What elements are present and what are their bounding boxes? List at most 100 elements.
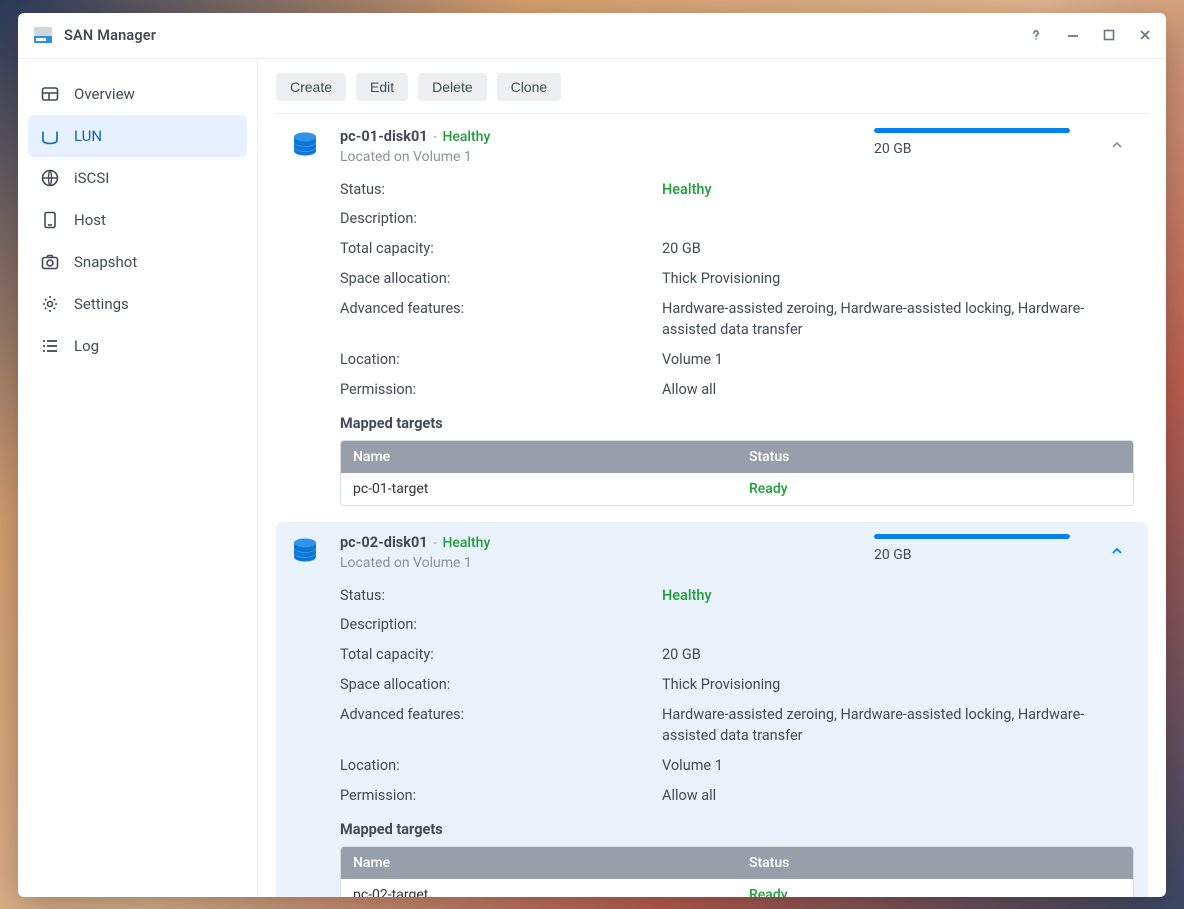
label-advanced-features: Advanced features: <box>340 298 662 342</box>
sidebar-item-label: Host <box>74 211 106 229</box>
titlebar: SAN Manager <box>18 13 1166 59</box>
target-status: Ready <box>737 879 1133 897</box>
target-name: pc-02-target <box>341 879 737 897</box>
table-row[interactable]: pc-01-target Ready <box>341 473 1133 505</box>
maximize-button[interactable] <box>1102 28 1116 42</box>
sidebar-item-label: LUN <box>74 127 102 145</box>
sidebar-item-label: Settings <box>74 295 129 313</box>
lun-card[interactable]: pc-01-disk01 - Healthy Located on Volume… <box>276 116 1148 520</box>
col-name: Name <box>341 847 737 879</box>
host-icon <box>40 210 60 230</box>
label-total-capacity: Total capacity: <box>340 644 662 666</box>
sidebar: Overview LUN iSCSI Host <box>18 59 258 897</box>
lun-name: pc-02-disk01 <box>340 534 428 551</box>
lun-details: Status:Healthy Description: Total capaci… <box>340 175 1134 506</box>
toolbar: Create Edit Delete Clone <box>276 73 1148 114</box>
label-space-allocation: Space allocation: <box>340 268 662 290</box>
lun-usage-fill <box>874 534 1070 539</box>
sidebar-item-iscsi[interactable]: iSCSI <box>28 157 247 199</box>
delete-button[interactable]: Delete <box>418 73 486 101</box>
lun-health: Healthy <box>442 535 490 551</box>
table-header: Name Status <box>341 847 1133 879</box>
main-content: Create Edit Delete Clone pc-01-disk01 - … <box>258 59 1166 897</box>
label-location: Location: <box>340 349 662 371</box>
sidebar-item-overview[interactable]: Overview <box>28 73 247 115</box>
lun-icon <box>40 126 60 146</box>
value-location: Volume 1 <box>662 755 1134 777</box>
lun-header: pc-02-disk01 - Healthy Located on Volume… <box>290 534 1134 571</box>
edit-button[interactable]: Edit <box>356 73 408 101</box>
close-button[interactable] <box>1138 28 1152 42</box>
label-permission: Permission: <box>340 379 662 401</box>
app-window: SAN Manager Overview <box>18 13 1166 897</box>
lun-size: 20 GB <box>874 141 911 157</box>
label-total-capacity: Total capacity: <box>340 238 662 260</box>
lun-usage-fill <box>874 128 1070 133</box>
label-space-allocation: Space allocation: <box>340 674 662 696</box>
mapped-targets-title: Mapped targets <box>340 821 1134 838</box>
sidebar-item-label: iSCSI <box>74 169 109 187</box>
lun-health: Healthy <box>442 129 490 145</box>
disk-icon <box>290 128 324 164</box>
disk-icon <box>290 534 324 570</box>
create-button[interactable]: Create <box>276 73 346 101</box>
sidebar-item-lun[interactable]: LUN <box>28 115 247 157</box>
lun-name: pc-01-disk01 <box>340 128 428 145</box>
value-advanced-features: Hardware-assisted zeroing, Hardware-assi… <box>662 298 1134 342</box>
label-status: Status: <box>340 585 662 607</box>
mapped-targets-table: Name Status pc-01-target Ready <box>340 440 1134 506</box>
separator: - <box>433 535 437 551</box>
sidebar-item-label: Snapshot <box>74 253 137 271</box>
label-location: Location: <box>340 755 662 777</box>
minimize-button[interactable] <box>1066 28 1080 42</box>
sidebar-item-settings[interactable]: Settings <box>28 283 247 325</box>
table-header: Name Status <box>341 441 1133 473</box>
iscsi-icon <box>40 168 60 188</box>
label-advanced-features: Advanced features: <box>340 704 662 748</box>
lun-card[interactable]: pc-02-disk01 - Healthy Located on Volume… <box>276 522 1148 897</box>
col-status: Status <box>737 441 1133 473</box>
lun-size: 20 GB <box>874 547 911 563</box>
separator: - <box>433 129 437 145</box>
sidebar-item-host[interactable]: Host <box>28 199 247 241</box>
clone-button[interactable]: Clone <box>497 73 562 101</box>
target-name: pc-01-target <box>341 473 737 505</box>
mapped-targets-title: Mapped targets <box>340 415 1134 432</box>
collapse-button[interactable] <box>1110 534 1134 562</box>
sidebar-item-snapshot[interactable]: Snapshot <box>28 241 247 283</box>
overview-icon <box>40 84 60 104</box>
value-description <box>662 614 1134 636</box>
lun-details: Status:Healthy Description: Total capaci… <box>340 581 1134 897</box>
snapshot-icon <box>40 252 60 272</box>
value-total-capacity: 20 GB <box>662 644 1134 666</box>
value-status: Healthy <box>662 179 1134 201</box>
value-space-allocation: Thick Provisioning <box>662 674 1134 696</box>
lun-usage-bar <box>874 128 1070 133</box>
sidebar-item-label: Log <box>74 337 99 355</box>
app-icon <box>32 24 54 46</box>
target-status: Ready <box>737 473 1133 505</box>
sidebar-item-label: Overview <box>74 85 135 103</box>
value-description <box>662 208 1134 230</box>
app-title: SAN Manager <box>64 27 156 44</box>
label-permission: Permission: <box>340 785 662 807</box>
value-permission: Allow all <box>662 785 1134 807</box>
settings-icon <box>40 294 60 314</box>
value-space-allocation: Thick Provisioning <box>662 268 1134 290</box>
lun-location-summary: Located on Volume 1 <box>340 149 858 165</box>
table-row[interactable]: pc-02-target Ready <box>341 879 1133 897</box>
lun-usage-bar <box>874 534 1070 539</box>
help-button[interactable] <box>1028 27 1044 43</box>
collapse-button[interactable] <box>1110 128 1134 156</box>
lun-header: pc-01-disk01 - Healthy Located on Volume… <box>290 128 1134 165</box>
sidebar-item-log[interactable]: Log <box>28 325 247 367</box>
value-location: Volume 1 <box>662 349 1134 371</box>
value-status: Healthy <box>662 585 1134 607</box>
value-permission: Allow all <box>662 379 1134 401</box>
title-actions <box>1028 27 1152 43</box>
log-icon <box>40 336 60 356</box>
value-advanced-features: Hardware-assisted zeroing, Hardware-assi… <box>662 704 1134 748</box>
label-description: Description: <box>340 614 662 636</box>
mapped-targets-table: Name Status pc-02-target Ready <box>340 846 1134 897</box>
col-name: Name <box>341 441 737 473</box>
